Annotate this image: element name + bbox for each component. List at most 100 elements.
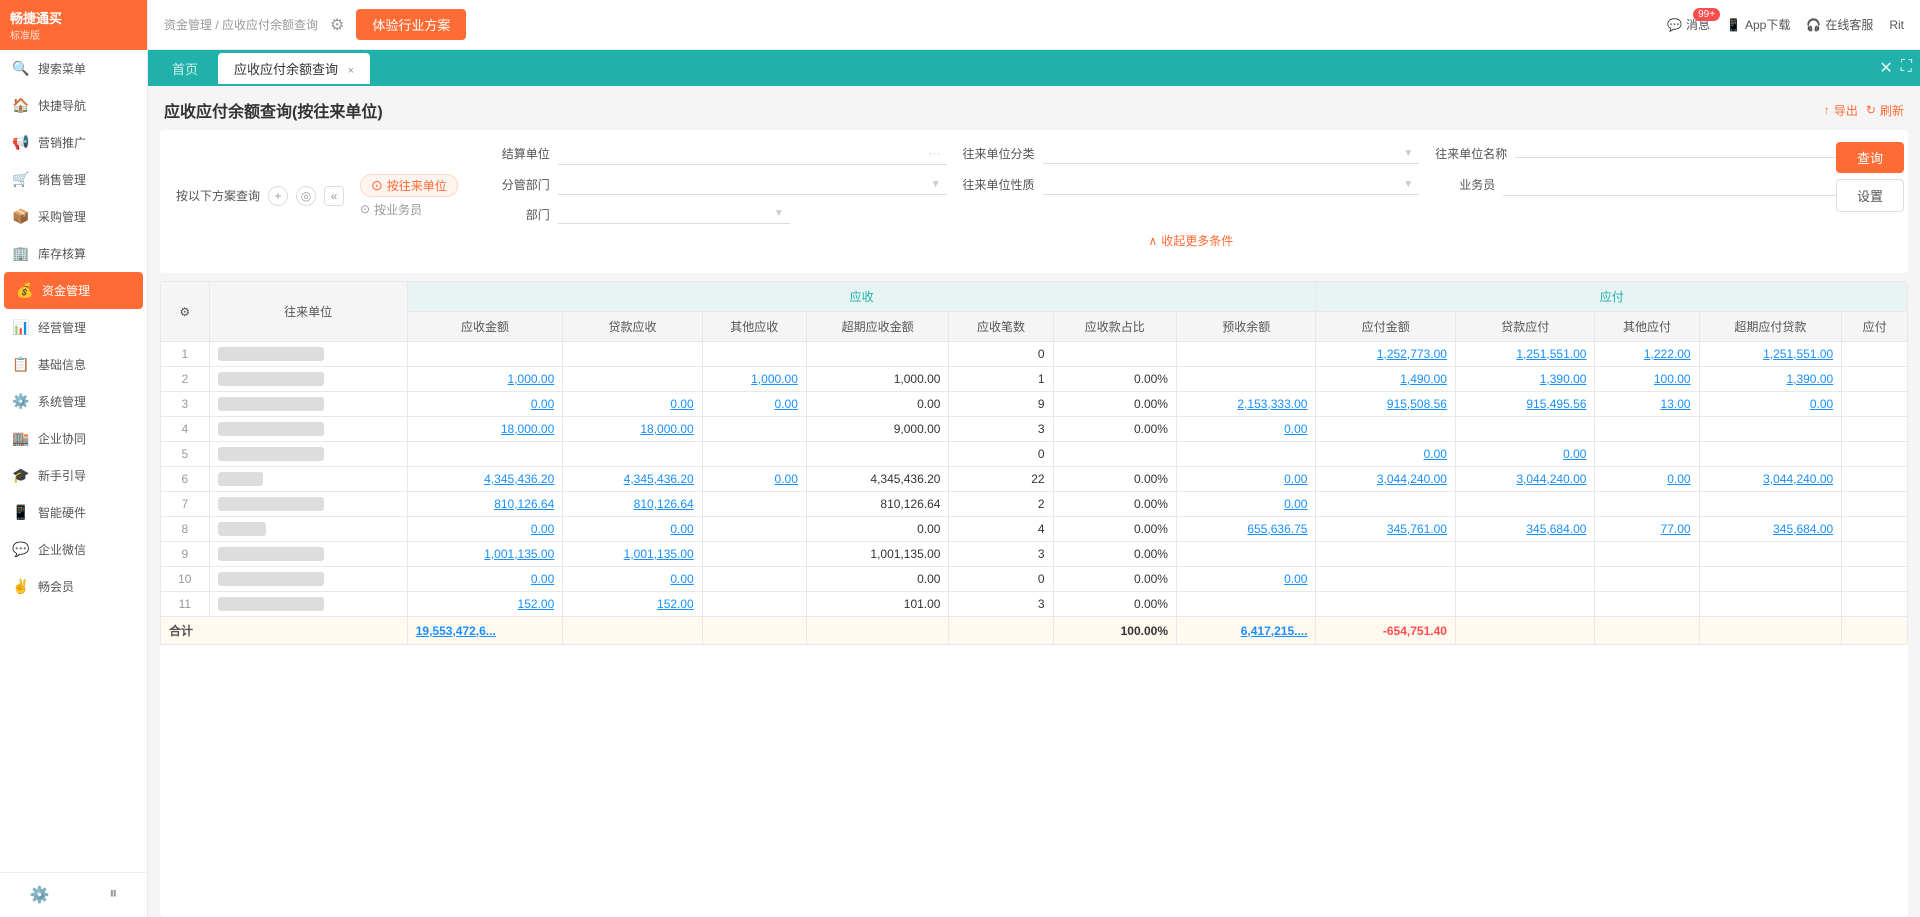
- cell-pay-overdue-link[interactable]: 1,390.00: [1786, 372, 1833, 386]
- cell-rec-amount-link[interactable]: 4,345,436.20: [484, 472, 554, 486]
- settlement-input[interactable]: ···: [558, 142, 947, 165]
- tabbar-close-icon[interactable]: ✕: [1879, 58, 1892, 78]
- cell-pay-amount-link[interactable]: 915,508.56: [1387, 397, 1447, 411]
- app-download-button[interactable]: 📱 App下载: [1726, 16, 1790, 33]
- cell-rec-loan-link[interactable]: 152.00: [657, 597, 694, 611]
- cell-rec-loan-link[interactable]: 0.00: [670, 397, 693, 411]
- cell-pay-amount-link[interactable]: 345,761.00: [1387, 522, 1447, 536]
- cell-rec-advance-link[interactable]: 0.00: [1284, 422, 1307, 436]
- cell-pay-other-link[interactable]: 100.00: [1654, 372, 1691, 386]
- cell-pay-loan-link[interactable]: 0.00: [1563, 447, 1586, 461]
- sidebar-item-system[interactable]: ⚙️ 系统管理: [0, 383, 147, 420]
- dept-manage-label: 分管部门: [490, 176, 550, 193]
- cell-pay-amount-link[interactable]: 1,490.00: [1400, 372, 1447, 386]
- sidebar-item-wechat[interactable]: 💬 企业微信: [0, 531, 147, 568]
- sidebar-item-marketing[interactable]: 📢 营销推广: [0, 124, 147, 161]
- cell-rec-amount-link[interactable]: 152.00: [518, 597, 555, 611]
- cell-rec-loan-link[interactable]: 18,000.00: [640, 422, 693, 436]
- cell-rec-amount-link[interactable]: 0.00: [531, 522, 554, 536]
- scheme-option-salesman[interactable]: ⊙ 按业务员: [360, 201, 458, 218]
- cell-pay-loan-link[interactable]: 915,495.56: [1526, 397, 1586, 411]
- cell-rec-amount-link[interactable]: 1,001,135.00: [484, 547, 554, 561]
- sidebar-item-finance[interactable]: 💰 资金管理: [4, 272, 143, 309]
- cell-pay-amount-link[interactable]: 3,044,240.00: [1377, 472, 1447, 486]
- cell-rec-amount-link[interactable]: 0.00: [531, 397, 554, 411]
- tab-query[interactable]: 应收应付余额查询 ×: [218, 53, 370, 84]
- cell-pay-loan-link[interactable]: 3,044,240.00: [1516, 472, 1586, 486]
- filter-collapse-btn[interactable]: ∧ 收起更多条件: [490, 232, 1892, 249]
- sidebar-item-quick-nav[interactable]: 🏠 快捷导航: [0, 87, 147, 124]
- cell-idx: 8: [161, 517, 210, 542]
- cell-rec-amount-link[interactable]: 18,000.00: [501, 422, 554, 436]
- cell-pay-amount-link[interactable]: 1,252,773.00: [1377, 347, 1447, 361]
- cell-pay-overdue-link[interactable]: 345,684.00: [1773, 522, 1833, 536]
- tabbar-fullscreen-icon[interactable]: ⛶: [1901, 58, 1912, 78]
- cell-rec-overdue: 0.00: [806, 392, 949, 417]
- cell-rec-advance-link[interactable]: 655,636.75: [1247, 522, 1307, 536]
- cell-rec-loan-link[interactable]: 0.00: [670, 522, 693, 536]
- sidebar-item-corp[interactable]: 🏬 企业协同: [0, 420, 147, 457]
- sidebar-item-search-menu[interactable]: 🔍 搜索菜单: [0, 50, 147, 87]
- scheme-tag-partner[interactable]: ⊙ 按往来单位: [360, 174, 458, 197]
- filter-collapse-icon[interactable]: «: [324, 186, 344, 206]
- sidebar-item-purchase[interactable]: 📦 采购管理: [0, 198, 147, 235]
- refresh-button[interactable]: ↻ 刷新: [1866, 102, 1904, 119]
- cell-rec-advance-link[interactable]: 0.00: [1284, 572, 1307, 586]
- topbar-gear-icon[interactable]: ⚙: [330, 15, 344, 35]
- filter-scheme-icon[interactable]: ◎: [296, 186, 316, 206]
- footer-rec-advance-link[interactable]: 6,417,215....: [1241, 624, 1308, 638]
- cell-pay-loan-link[interactable]: 345,684.00: [1526, 522, 1586, 536]
- dept-select[interactable]: ▼: [558, 204, 790, 224]
- service-button[interactable]: 🎧 在线客服: [1806, 16, 1873, 33]
- partner-nature-select[interactable]: ▼: [1043, 175, 1420, 195]
- cell-pay-other-link[interactable]: 13.00: [1661, 397, 1691, 411]
- cell-pay-other-link[interactable]: 1,222.00: [1644, 347, 1691, 361]
- cell-rec-other-link[interactable]: 1,000.00: [751, 372, 798, 386]
- cell-rec-loan-link[interactable]: 4,345,436.20: [624, 472, 694, 486]
- cell-rec-advance-link[interactable]: 0.00: [1284, 472, 1307, 486]
- partner-category-select[interactable]: ▼: [1043, 144, 1420, 164]
- cell-rec-other-link[interactable]: 0.00: [775, 472, 798, 486]
- sidebar-item-guide[interactable]: 🎓 新手引导: [0, 457, 147, 494]
- user-info[interactable]: Rit: [1889, 18, 1904, 32]
- sidebar-item-hardware[interactable]: 📱 智能硬件: [0, 494, 147, 531]
- export-button[interactable]: ↑ 导出: [1824, 102, 1858, 119]
- cell-rec-amount-link[interactable]: 810,126.64: [494, 497, 554, 511]
- cell-pay-loan-link[interactable]: 1,390.00: [1540, 372, 1587, 386]
- message-button[interactable]: 💬 消息 99+: [1667, 16, 1710, 33]
- cell-rec-amount-link[interactable]: 0.00: [531, 572, 554, 586]
- cell-rec-loan-link[interactable]: 810,126.64: [634, 497, 694, 511]
- settings-icon[interactable]: ⚙: [179, 305, 190, 319]
- cell-pay-overdue-link[interactable]: 0.00: [1810, 397, 1833, 411]
- salesman-input[interactable]: ···: [1503, 173, 1892, 196]
- sidebar-item-sales[interactable]: 🛒 销售管理: [0, 161, 147, 198]
- cell-pay-overdue-link[interactable]: 3,044,240.00: [1763, 472, 1833, 486]
- query-button[interactable]: 查询: [1836, 142, 1904, 173]
- cell-rec-loan-link[interactable]: 0.00: [670, 572, 693, 586]
- tab-home[interactable]: 首页: [156, 53, 214, 84]
- cell-pay-other-link[interactable]: 0.00: [1667, 472, 1690, 486]
- cell-pay-overdue: [1699, 592, 1842, 617]
- dept-manage-select[interactable]: ▼: [558, 175, 947, 195]
- cell-pay-amount-link[interactable]: 0.00: [1424, 447, 1447, 461]
- cell-rec-advance-link[interactable]: 2,153,333.00: [1237, 397, 1307, 411]
- solution-button[interactable]: 体验行业方案: [356, 9, 466, 40]
- sidebar-collapse-btn[interactable]: ⏸: [101, 881, 125, 909]
- cell-rec-amount-link[interactable]: 1,000.00: [508, 372, 555, 386]
- setting-button[interactable]: 设置: [1836, 179, 1904, 212]
- cell-pay-other-link[interactable]: 77.00: [1661, 522, 1691, 536]
- sidebar-item-member[interactable]: ✌️ 畅会员: [0, 568, 147, 605]
- tab-close-icon[interactable]: ×: [348, 65, 354, 77]
- cell-pay-overdue-link[interactable]: 1,251,551.00: [1763, 347, 1833, 361]
- footer-rec-amount-link[interactable]: 19,553,472,6...: [416, 624, 496, 638]
- cell-pay-loan-link[interactable]: 1,251,551.00: [1516, 347, 1586, 361]
- filter-add-button[interactable]: +: [268, 186, 288, 206]
- sidebar-item-inventory[interactable]: 🏢 库存核算: [0, 235, 147, 272]
- cell-rec-loan-link[interactable]: 1,001,135.00: [624, 547, 694, 561]
- sidebar-item-label: 营销推广: [38, 134, 86, 151]
- sidebar-item-operations[interactable]: 📊 经营管理: [0, 309, 147, 346]
- cell-rec-other-link[interactable]: 0.00: [775, 397, 798, 411]
- sidebar-settings-btn[interactable]: ⚙️: [22, 881, 58, 909]
- cell-rec-advance-link[interactable]: 0.00: [1284, 497, 1307, 511]
- sidebar-item-basic[interactable]: 📋 基础信息: [0, 346, 147, 383]
